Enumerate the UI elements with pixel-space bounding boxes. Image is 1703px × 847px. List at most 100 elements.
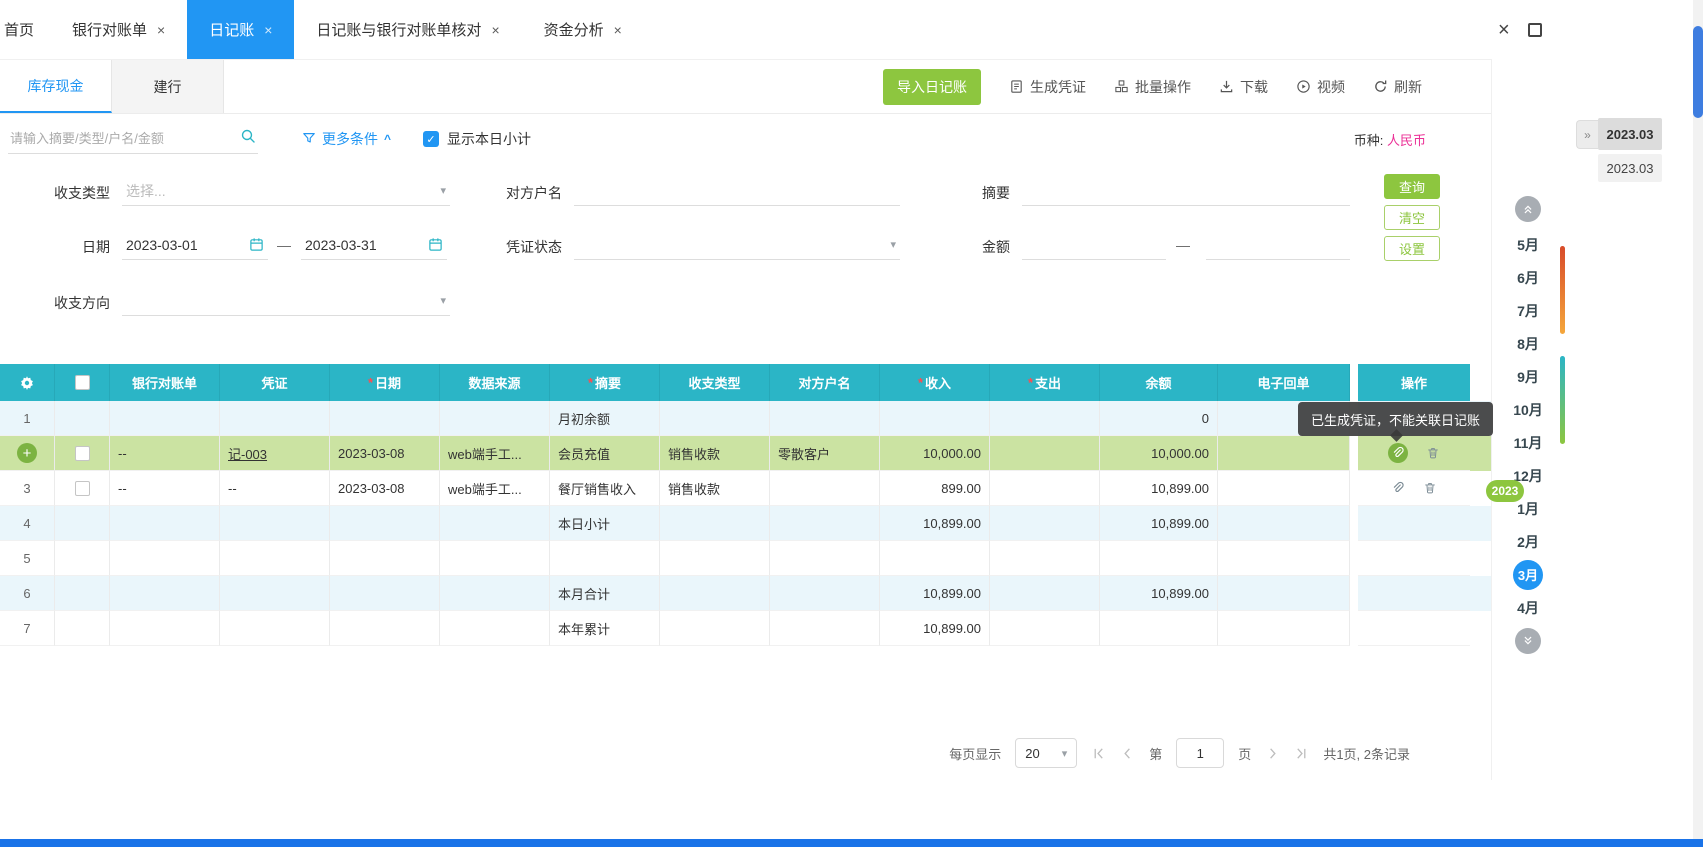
cell-source: [440, 576, 550, 611]
month-item-5月[interactable]: 5月: [1498, 228, 1558, 261]
tab-close-icon[interactable]: ×: [614, 22, 622, 38]
voucher-status-select[interactable]: ▾: [574, 230, 900, 260]
row-checkbox[interactable]: [74, 480, 90, 496]
horizontal-scrollbar[interactable]: [0, 839, 1703, 847]
cell-counterparty: [770, 471, 880, 506]
table-row[interactable]: 1 月初余额 0: [0, 401, 1492, 436]
tab-1[interactable]: 日记账 ×: [187, 0, 295, 59]
fullscreen-icon[interactable]: [1527, 23, 1542, 37]
calendar-icon[interactable]: [428, 237, 443, 252]
pagination-bar: 每页显示 20 ▾ 第 页 共1页, 2条记录: [0, 733, 1470, 773]
cell-bank: [110, 541, 220, 576]
column-gap: [1350, 576, 1358, 611]
tab-0[interactable]: 银行对账单 ×: [50, 0, 187, 59]
cell-voucher: [220, 576, 330, 611]
type-select[interactable]: 选择... ▾: [122, 176, 450, 206]
delete-icon[interactable]: [1423, 481, 1437, 495]
cell-type: [660, 401, 770, 436]
query-button[interactable]: 查询: [1384, 174, 1440, 199]
month-item-10月[interactable]: 10月: [1498, 393, 1558, 426]
month-item-8月[interactable]: 8月: [1498, 327, 1558, 360]
summary-input[interactable]: [1022, 176, 1350, 206]
tab-home[interactable]: 首页: [0, 0, 50, 59]
direction-select[interactable]: ▾: [122, 286, 450, 316]
month-item-2月[interactable]: 2月: [1498, 525, 1558, 558]
last-page-icon[interactable]: [1294, 746, 1309, 761]
cell-summary: 会员充值: [550, 436, 660, 471]
table-row[interactable]: 6 本月合计 10,899.00 10,899.00: [0, 576, 1492, 611]
table-row[interactable]: + -- 记-003 2023-03-08 web端手工... 会员充值 销售收款 零散客户 1…: [0, 436, 1492, 471]
month-item-3月[interactable]: 3月: [1498, 558, 1558, 591]
cell-balance: 10,899.00: [1100, 471, 1218, 506]
settings-button[interactable]: 设置: [1384, 236, 1440, 261]
linked-voucher-icon[interactable]: [1388, 443, 1408, 463]
delete-icon[interactable]: [1426, 446, 1440, 460]
video-button[interactable]: 视频: [1296, 77, 1345, 97]
clear-button[interactable]: 清空: [1384, 205, 1440, 230]
counterparty-input[interactable]: [574, 176, 900, 206]
page-suffix-label: 页: [1238, 746, 1252, 762]
batch-operations-button[interactable]: 批量操作: [1114, 77, 1191, 97]
tab-close-icon[interactable]: ×: [264, 22, 272, 38]
grid-icon: [1114, 79, 1129, 94]
link-icon[interactable]: [1391, 481, 1405, 495]
subtab-cash[interactable]: 库存现金: [0, 60, 112, 113]
amount-min-input[interactable]: [1022, 230, 1166, 260]
tab-close-icon[interactable]: ×: [157, 22, 165, 38]
download-button[interactable]: 下载: [1219, 77, 1268, 97]
cell-ops: [1358, 436, 1470, 471]
month-item-6月[interactable]: 6月: [1498, 261, 1558, 294]
vertical-scrollbar-track[interactable]: [1693, 0, 1703, 847]
date-from-input[interactable]: 2023-03-01: [122, 230, 268, 260]
amount-max-input[interactable]: [1206, 230, 1350, 260]
search-input[interactable]: [10, 131, 240, 146]
month-item-7月[interactable]: 7月: [1498, 294, 1558, 327]
first-page-icon[interactable]: [1091, 746, 1106, 761]
scroll-down-icon[interactable]: [1515, 628, 1541, 654]
play-circle-icon: [1296, 79, 1311, 94]
scroll-up-icon[interactable]: [1515, 196, 1541, 222]
search-icon[interactable]: [240, 128, 256, 149]
table-row[interactable]: 4 本日小计 10,899.00 10,899.00: [0, 506, 1492, 541]
row-checkbox-cell[interactable]: [55, 436, 110, 471]
date-to-input[interactable]: 2023-03-31: [301, 230, 447, 260]
tab-2[interactable]: 日记账与银行对账单核对 ×: [294, 0, 521, 59]
next-page-icon[interactable]: [1265, 746, 1280, 761]
cell-summary: 本月合计: [550, 576, 660, 611]
funnel-icon: [302, 131, 316, 148]
import-journal-button[interactable]: 导入日记账: [883, 68, 981, 105]
generate-voucher-button[interactable]: 生成凭证: [1009, 77, 1086, 97]
month-item-9月[interactable]: 9月: [1498, 360, 1558, 393]
row-checkbox[interactable]: [74, 445, 90, 461]
tab-close-icon[interactable]: ×: [491, 22, 499, 38]
voucher-link[interactable]: 记-003: [228, 444, 267, 463]
vertical-scrollbar-thumb[interactable]: [1693, 26, 1703, 118]
table-row[interactable]: 5: [0, 541, 1492, 576]
close-icon[interactable]: ×: [1498, 20, 1510, 40]
add-row-button[interactable]: +: [17, 443, 37, 463]
select-all-checkbox[interactable]: [55, 364, 110, 401]
cell-bank: [110, 401, 220, 436]
month-item-11月[interactable]: 11月: [1498, 426, 1558, 459]
month-item-4月[interactable]: 4月: [1498, 591, 1558, 624]
table-row[interactable]: 7 本年累计 10,899.00: [0, 611, 1492, 646]
row-index: 4: [0, 506, 55, 541]
page-number-input[interactable]: [1176, 738, 1225, 768]
refresh-button[interactable]: 刷新: [1373, 77, 1422, 97]
calendar-icon[interactable]: [249, 237, 264, 252]
row-checkbox-cell[interactable]: [55, 471, 110, 506]
cell-date: 2023-03-08: [330, 471, 440, 506]
table-row[interactable]: 3 -- -- 2023-03-08 web端手工... 餐厅销售收入 销售收款 899.00…: [0, 471, 1492, 506]
column-header-8: * 支出: [990, 364, 1100, 401]
prev-page-icon[interactable]: [1120, 746, 1135, 761]
cell-voucher: [220, 401, 330, 436]
more-conditions-toggle[interactable]: 更多条件 ^: [302, 129, 391, 149]
per-page-select[interactable]: 20 ▾: [1015, 738, 1078, 768]
tab-3[interactable]: 资金分析 ×: [522, 0, 644, 59]
table-settings-gear-icon[interactable]: [0, 364, 55, 401]
subtab-bank[interactable]: 建行: [112, 60, 224, 113]
cell-bank: [110, 576, 220, 611]
collapse-timeline-handle[interactable]: »: [1576, 120, 1598, 149]
checkbox-checked-icon[interactable]: ✓: [423, 131, 440, 147]
show-subtotal-checkbox-row[interactable]: ✓ 显示本日小计: [423, 129, 531, 149]
